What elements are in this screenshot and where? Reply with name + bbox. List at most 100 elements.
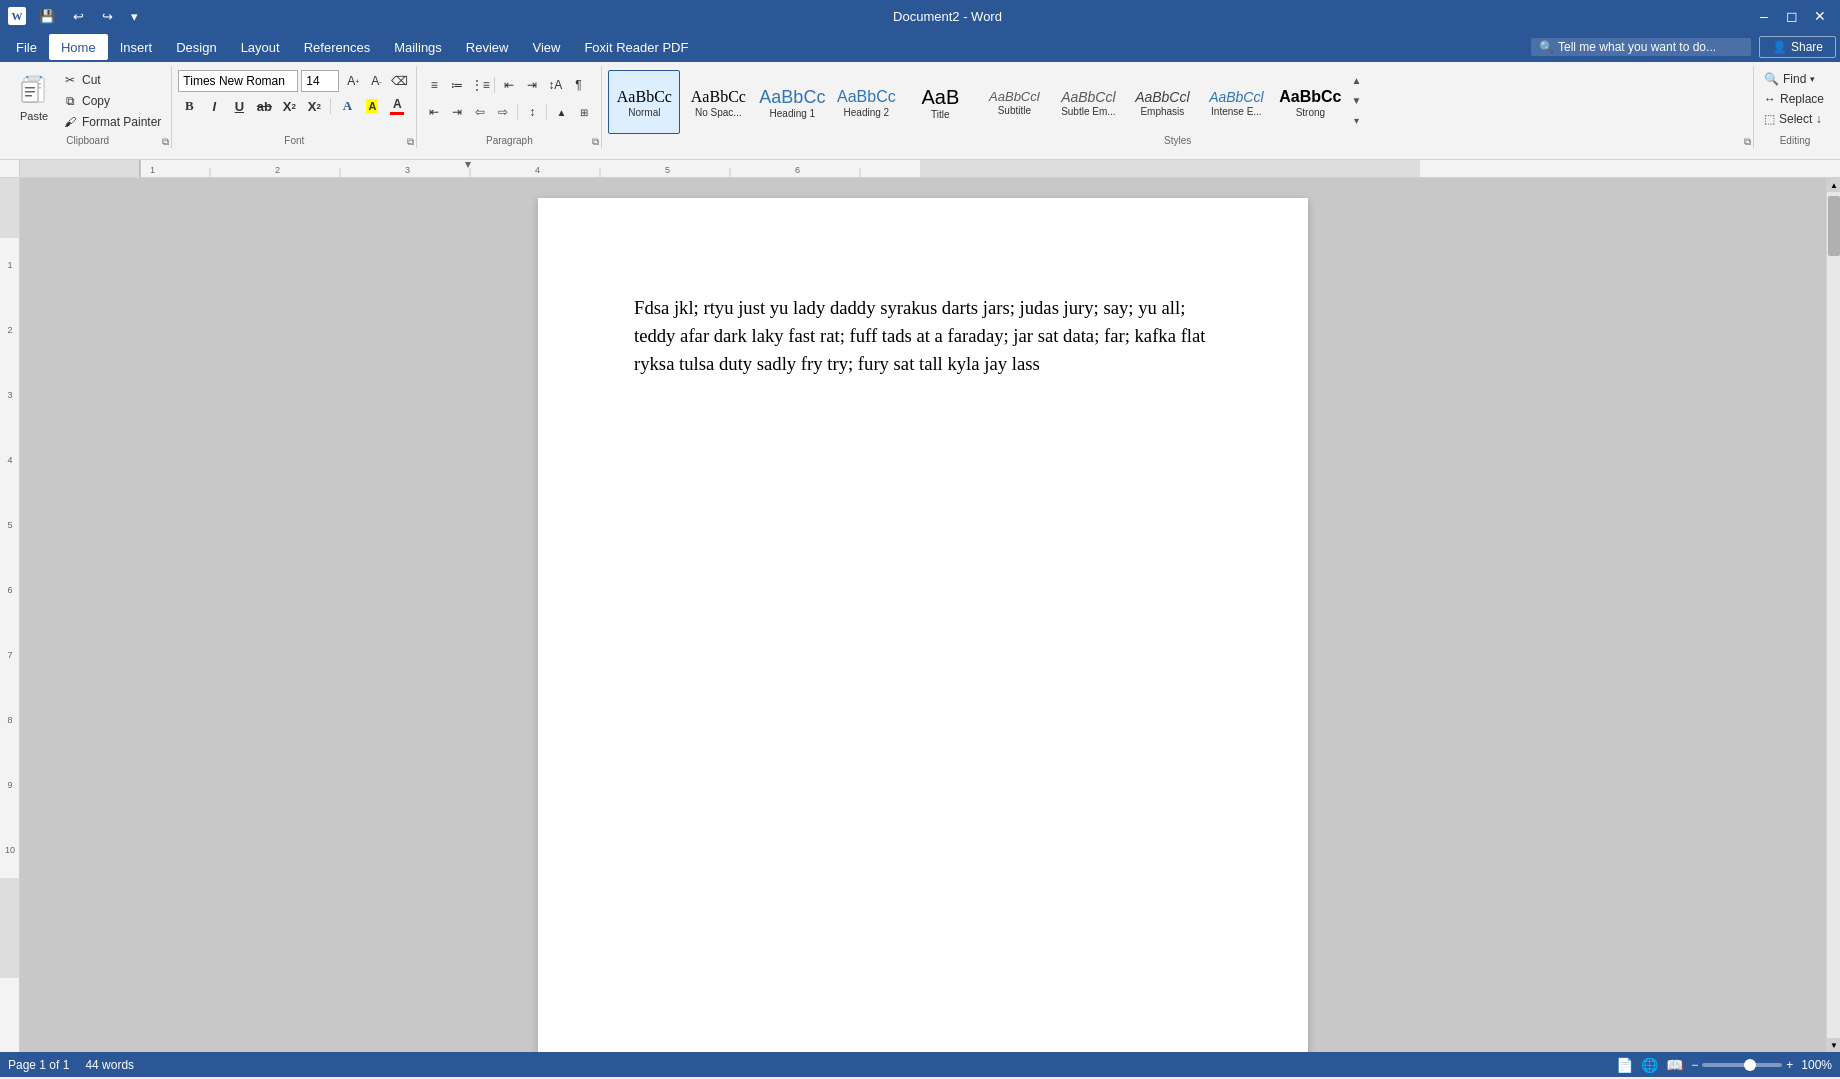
replace-label: Replace xyxy=(1780,92,1824,106)
style-h1-item[interactable]: AaBbCc Heading 1 xyxy=(756,70,828,134)
menu-foxit[interactable]: Foxit Reader PDF xyxy=(572,34,700,60)
customize-qat-button[interactable]: ▾ xyxy=(126,7,143,26)
restore-button[interactable]: ◻ xyxy=(1780,4,1804,28)
paragraph-expander[interactable]: ⧉ xyxy=(592,136,599,148)
style-title-item[interactable]: AaB Title xyxy=(904,70,976,134)
style-subtitle-item[interactable]: AaBbCcl Subtitle xyxy=(978,70,1050,134)
zoom-in-button[interactable]: + xyxy=(1786,1058,1793,1072)
redo-qat-button[interactable]: ↪ xyxy=(97,7,118,26)
select-button[interactable]: ⬚ Select ↓ xyxy=(1760,110,1830,128)
content-paragraph: Fdsa jkl; rtyu just yu lady daddy syraku… xyxy=(634,294,1212,378)
decrease-indent-button[interactable]: ⇤ xyxy=(498,74,520,96)
menu-home[interactable]: Home xyxy=(49,34,108,60)
align-center-button[interactable]: ⇥ xyxy=(446,101,468,123)
svg-text:2: 2 xyxy=(275,165,280,175)
style-intense-em-preview: AaBbCcl xyxy=(1209,90,1263,104)
menu-layout[interactable]: Layout xyxy=(229,34,292,60)
style-no-spacing-label: No Spac... xyxy=(695,107,742,118)
document-content[interactable]: Fdsa jkl; rtyu just yu lady daddy syraku… xyxy=(634,294,1212,422)
menu-review[interactable]: Review xyxy=(454,34,521,60)
zoom-slider[interactable] xyxy=(1702,1063,1782,1067)
view-print-icon[interactable]: 📄 xyxy=(1616,1057,1633,1073)
svg-rect-2 xyxy=(28,76,40,81)
copy-button[interactable]: ⧉ Copy xyxy=(58,91,165,111)
menu-file[interactable]: File xyxy=(4,34,49,60)
find-button[interactable]: 🔍 Find ▾ xyxy=(1760,70,1830,88)
font-row1: Times New Roman 14 A+ A- ⌫ xyxy=(178,70,410,92)
style-strong-item[interactable]: AaBbCc Strong xyxy=(1274,70,1346,134)
font-size-input[interactable]: 14 xyxy=(301,70,339,92)
scrollbar-down-button[interactable]: ▼ xyxy=(1827,1038,1840,1052)
share-button[interactable]: 👤 Share xyxy=(1759,36,1836,58)
borders-button[interactable]: ⊞ xyxy=(573,101,595,123)
text-highlight-button[interactable]: A xyxy=(361,95,383,117)
content-area[interactable]: Fdsa jkl; rtyu just yu lady daddy syraku… xyxy=(20,178,1826,1052)
svg-text:2: 2 xyxy=(7,325,12,335)
menu-references[interactable]: References xyxy=(292,34,382,60)
clear-formatting-button[interactable]: ⌫ xyxy=(388,70,410,92)
font-color-button[interactable]: A xyxy=(386,95,408,117)
justify-button[interactable]: ⇨ xyxy=(492,101,514,123)
subscript-button[interactable]: X2 xyxy=(278,95,300,117)
superscript-button[interactable]: X2 xyxy=(303,95,325,117)
scrollbar-track[interactable] xyxy=(1827,192,1840,1038)
save-qat-button[interactable]: 💾 xyxy=(34,7,60,26)
format-painter-button[interactable]: 🖌 Format Painter xyxy=(58,112,165,132)
styles-more[interactable]: ▾ xyxy=(1348,110,1364,130)
svg-rect-7 xyxy=(25,87,35,89)
style-no-spacing-item[interactable]: AaBbCc No Spac... xyxy=(682,70,754,134)
cut-button[interactable]: ✂ Cut xyxy=(58,70,165,90)
underline-button[interactable]: U xyxy=(228,95,250,117)
styles-scroll-up[interactable]: ▲ xyxy=(1348,70,1364,90)
scrollbar-up-button[interactable]: ▲ xyxy=(1827,178,1840,192)
styles-expander[interactable]: ⧉ xyxy=(1744,136,1751,148)
clipboard-expander[interactable]: ⧉ xyxy=(162,136,169,148)
search-bar[interactable]: 🔍 Tell me what you want to do... xyxy=(1531,38,1751,56)
font-name-input[interactable]: Times New Roman xyxy=(178,70,298,92)
line-spacing-button[interactable]: ↕ xyxy=(521,101,543,123)
style-intense-em-item[interactable]: AaBbCcl Intense E... xyxy=(1200,70,1272,134)
styles-gallery-container: AaBbCc Normal AaBbCc No Spac... AaBbCc H… xyxy=(608,66,1364,134)
close-button[interactable]: ✕ xyxy=(1808,4,1832,28)
svg-text:3: 3 xyxy=(7,390,12,400)
menu-mailings[interactable]: Mailings xyxy=(382,34,454,60)
font-expander[interactable]: ⧉ xyxy=(407,136,414,148)
show-formatting-button[interactable]: ¶ xyxy=(567,74,589,96)
ruler-area: // This will be rendered statically 1 2 … xyxy=(0,160,1840,178)
paste-button[interactable]: Paste xyxy=(10,68,58,126)
style-subtle-em-item[interactable]: AaBbCcl Subtle Em... xyxy=(1052,70,1124,134)
shading-button[interactable]: ▲ xyxy=(550,101,572,123)
font-size-increase-button[interactable]: A+ xyxy=(342,70,364,92)
italic-button[interactable]: I xyxy=(203,95,225,117)
align-left-button[interactable]: ⇤ xyxy=(423,101,445,123)
menu-design[interactable]: Design xyxy=(164,34,228,60)
ruler-corner xyxy=(0,160,20,178)
search-icon: 🔍 xyxy=(1539,40,1554,54)
undo-qat-button[interactable]: ↩ xyxy=(68,7,89,26)
font-group-inner: Times New Roman 14 A+ A- ⌫ B I U ab xyxy=(178,66,410,117)
font-separator1 xyxy=(330,98,331,114)
view-read-icon[interactable]: 📖 xyxy=(1666,1057,1683,1073)
bullet-list-button[interactable]: ≡ xyxy=(423,74,445,96)
minimize-button[interactable]: – xyxy=(1752,4,1776,28)
sort-button[interactable]: ↕A xyxy=(544,74,566,96)
view-web-icon[interactable]: 🌐 xyxy=(1641,1057,1658,1073)
menu-view[interactable]: View xyxy=(520,34,572,60)
style-normal-item[interactable]: AaBbCc Normal xyxy=(608,70,680,134)
styles-scroll-down[interactable]: ▼ xyxy=(1348,90,1364,110)
style-h2-item[interactable]: AaBbCc Heading 2 xyxy=(830,70,902,134)
multilevel-list-button[interactable]: ⋮≡ xyxy=(469,74,491,96)
align-right-button[interactable]: ⇦ xyxy=(469,101,491,123)
increase-indent-button[interactable]: ⇥ xyxy=(521,74,543,96)
bold-button[interactable]: B xyxy=(178,95,200,117)
copy-label: Copy xyxy=(82,94,110,108)
numbered-list-button[interactable]: ≔ xyxy=(446,74,468,96)
strikethrough-button[interactable]: ab xyxy=(253,95,275,117)
text-effects-button[interactable]: A xyxy=(336,95,358,117)
font-size-decrease-button[interactable]: A- xyxy=(365,70,387,92)
menu-insert[interactable]: Insert xyxy=(108,34,165,60)
replace-button[interactable]: ↔ Replace xyxy=(1760,90,1830,108)
zoom-out-button[interactable]: − xyxy=(1691,1058,1698,1072)
style-emphasis-item[interactable]: AaBbCcl Emphasis xyxy=(1126,70,1198,134)
scrollbar-thumb[interactable] xyxy=(1828,196,1840,256)
